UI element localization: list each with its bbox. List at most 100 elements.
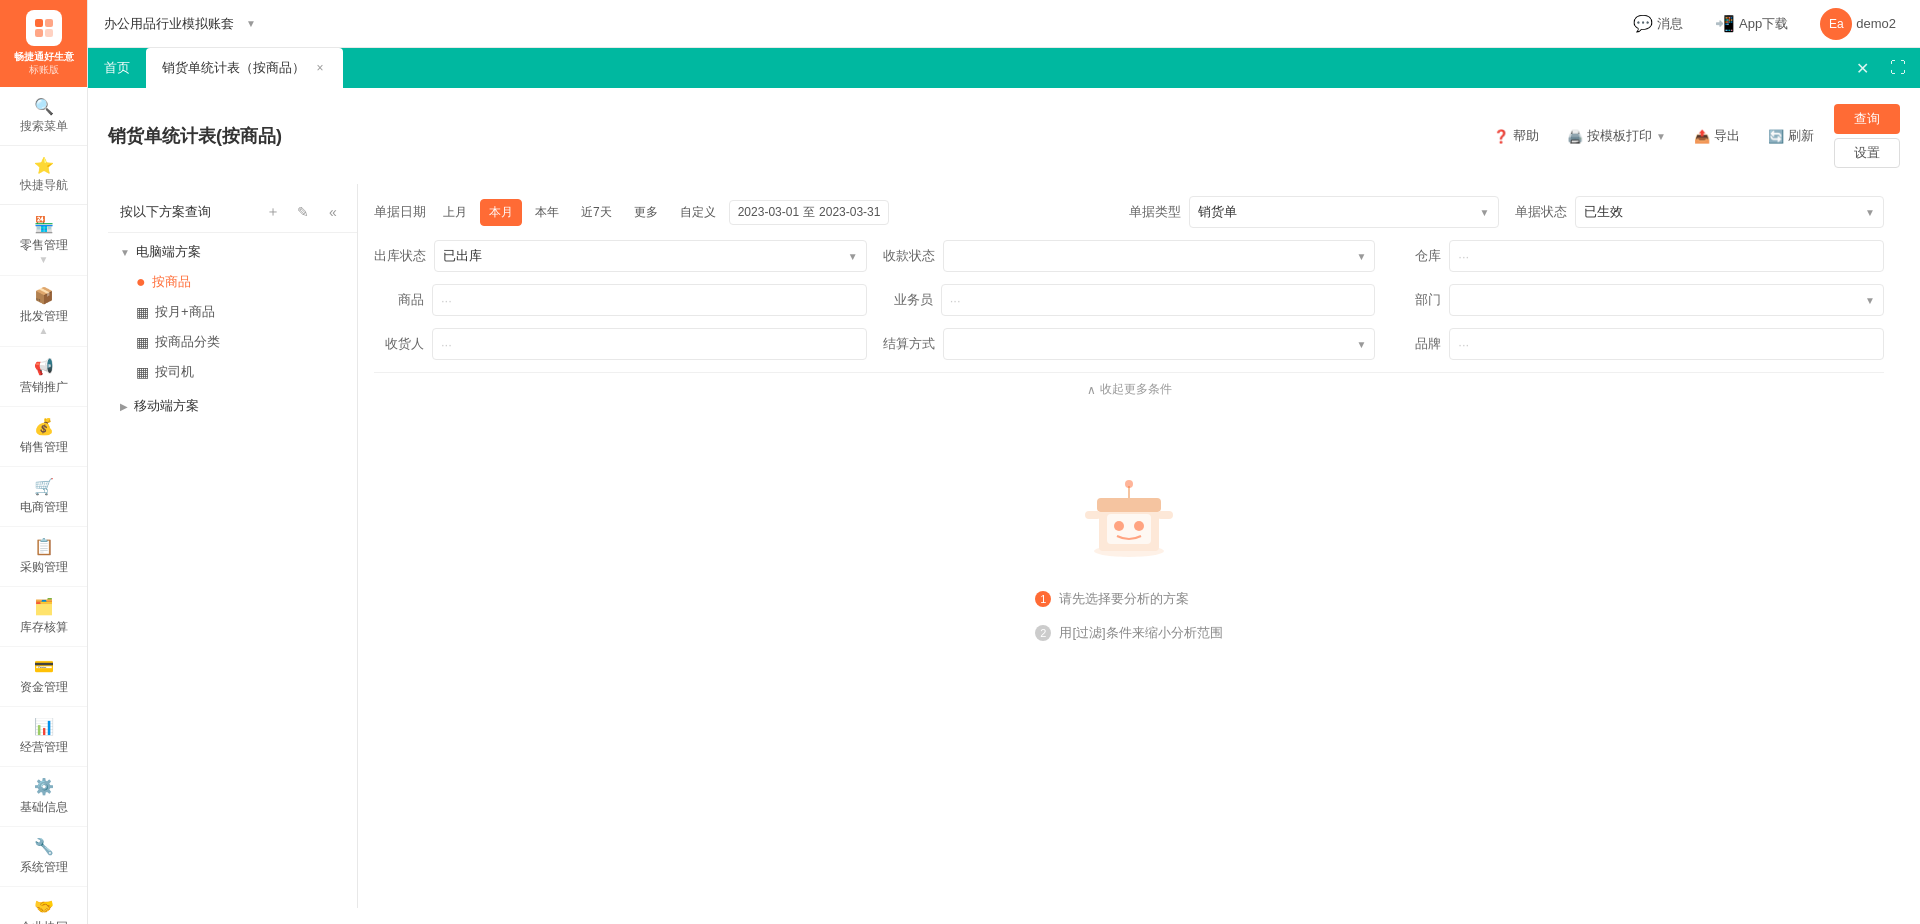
sidebar-item-marketing[interactable]: 📢 营销推广: [0, 347, 87, 407]
tree-item-by-clerk-label: 按司机: [155, 363, 194, 381]
sidebar-item-system[interactable]: 🔧 系统管理: [0, 827, 87, 887]
tree-item-by-category[interactable]: ▦ 按商品分类: [108, 327, 357, 357]
main-filter-wrapper: 按以下方案查询 ＋ ✎ « ▼ 电脑端方案: [108, 184, 1900, 908]
finance-label: 资金管理: [20, 679, 68, 696]
sidebar-item-purchase[interactable]: 📋 采购管理: [0, 527, 87, 587]
date-range-input[interactable]: 2023-03-01 至 2023-03-31: [729, 200, 890, 225]
search-menu-item[interactable]: 🔍 搜索菜单: [0, 87, 87, 146]
payment-method-select[interactable]: ▼: [943, 328, 1376, 360]
sidebar-item-sales[interactable]: 💰 销售管理: [0, 407, 87, 467]
sidebar-item-retail[interactable]: 🏪 零售管理 ▼: [0, 205, 87, 276]
date-btn-custom[interactable]: 自定义: [671, 199, 725, 226]
svg-rect-6: [1097, 498, 1161, 512]
doc-status-label: 单据状态: [1515, 203, 1567, 221]
step1-num: 1: [1035, 591, 1051, 607]
sidebar-item-operations[interactable]: 📊 经营管理: [0, 707, 87, 767]
warehouse-label: 仓库: [1391, 247, 1441, 265]
add-scheme-button[interactable]: ＋: [261, 200, 285, 224]
tab-bar: 首页 销货单统计表（按商品） × ✕ ⛶: [88, 48, 1920, 88]
workspace-name[interactable]: 办公用品行业模拟账套: [104, 15, 234, 33]
refresh-icon: 🔄: [1768, 129, 1784, 144]
filter-row-3: 商品 ··· 业务员 ···: [374, 284, 1884, 316]
warehouse-dots-icon: ···: [1458, 249, 1469, 264]
filter-group-out-status: 出库状态 已出库 ▼: [374, 240, 867, 272]
out-status-select[interactable]: 已出库 ▼: [434, 240, 867, 272]
left-panel-actions: ＋ ✎ «: [261, 200, 345, 224]
export-button[interactable]: 📤 导出: [1686, 123, 1748, 149]
doc-status-select[interactable]: 已生效 ▼: [1575, 196, 1885, 228]
header-left: 办公用品行业模拟账套 ▼: [104, 15, 256, 33]
quick-nav-item[interactable]: ⭐ 快捷导航: [0, 146, 87, 205]
tab-close-all-button[interactable]: ✕: [1848, 54, 1876, 82]
edit-scheme-button[interactable]: ✎: [291, 200, 315, 224]
tree-section-desktop: ▼ 电脑端方案 ● 按商品 ▦ 按月+商品 ▦: [108, 237, 357, 387]
sidebar-item-cooperation[interactable]: 🤝 企业协同: [0, 887, 87, 924]
app-download-button[interactable]: 📲 App下载: [1707, 10, 1796, 37]
tree-item-by-month-product[interactable]: ▦ 按月+商品: [108, 297, 357, 327]
out-status-value: 已出库: [443, 247, 482, 265]
svg-point-9: [1134, 521, 1144, 531]
tree-section-desktop-header[interactable]: ▼ 电脑端方案: [108, 237, 357, 267]
sidebar-item-basic[interactable]: ⚙️ 基础信息: [0, 767, 87, 827]
filter-group-department: 部门 ▼: [1391, 284, 1884, 316]
message-label: 消息: [1657, 15, 1683, 33]
tree-item-by-clerk[interactable]: ▦ 按司机: [108, 357, 357, 387]
print-label: 按模板打印: [1587, 127, 1652, 145]
recipient-input[interactable]: ···: [432, 328, 867, 360]
product-input[interactable]: ···: [432, 284, 867, 316]
print-dropdown-arrow: ▼: [1656, 131, 1666, 142]
date-btn-this-month[interactable]: 本月: [480, 199, 522, 226]
date-btn-last-month[interactable]: 上月: [434, 199, 476, 226]
date-btn-last-7-days[interactable]: 近7天: [572, 199, 621, 226]
refresh-button[interactable]: 🔄 刷新: [1760, 123, 1822, 149]
tree-item-by-product[interactable]: ● 按商品: [108, 267, 357, 297]
message-button[interactable]: 💬 消息: [1625, 10, 1691, 37]
page-content: 销货单统计表(按商品) ❓ 帮助 🖨️ 按模板打印 ▼ 📤 导出: [88, 88, 1920, 924]
tree-section-mobile-header[interactable]: ▶ 移动端方案: [108, 391, 357, 421]
collapse-left-panel-button[interactable]: «: [321, 200, 345, 224]
doc-type-select[interactable]: 销货单 ▼: [1189, 196, 1499, 228]
sidebar-item-inventory[interactable]: 🗂️ 库存核算: [0, 587, 87, 647]
date-btn-more[interactable]: 更多: [625, 199, 667, 226]
tab-report[interactable]: 销货单统计表（按商品） ×: [146, 48, 343, 88]
logo-text: 畅捷通好生意: [14, 50, 74, 63]
date-range-separator: 至: [803, 204, 815, 221]
tab-close-button[interactable]: ×: [313, 61, 327, 75]
department-select[interactable]: ▼: [1449, 284, 1884, 316]
sidebar-item-wholesale[interactable]: 📦 批发管理 ▲: [0, 276, 87, 347]
tab-fullscreen-button[interactable]: ⛶: [1884, 54, 1912, 82]
operations-icon: 📊: [34, 717, 54, 736]
print-icon: 🖨️: [1567, 129, 1583, 144]
product-scheme-icon: ●: [136, 273, 146, 291]
filter-group-salesperson: 业务员 ···: [883, 284, 1376, 316]
step2-num: 2: [1035, 625, 1051, 641]
user-profile-button[interactable]: Ea demo2: [1812, 4, 1904, 44]
system-label: 系统管理: [20, 859, 68, 876]
retail-icon: 🏪: [34, 215, 54, 234]
header-right: 💬 消息 📲 App下载 Ea demo2: [1625, 4, 1904, 44]
print-button[interactable]: 🖨️ 按模板打印 ▼: [1559, 123, 1674, 149]
content-area: 销货单统计表(按商品) ❓ 帮助 🖨️ 按模板打印 ▼ 📤 导出: [88, 88, 1920, 924]
tab-home[interactable]: 首页: [88, 48, 146, 88]
salesperson-input[interactable]: ···: [941, 284, 1376, 316]
download-icon: 📲: [1715, 14, 1735, 33]
sidebar-logo[interactable]: 畅捷通好生意 标账版: [0, 0, 87, 87]
date-btn-this-year[interactable]: 本年: [526, 199, 568, 226]
warehouse-input[interactable]: ···: [1449, 240, 1884, 272]
settings-button[interactable]: 设置: [1834, 138, 1900, 168]
doc-type-label: 单据类型: [1129, 203, 1181, 221]
brand-input[interactable]: ···: [1449, 328, 1884, 360]
svg-rect-3: [45, 29, 53, 37]
payment-method-arrow-icon: ▼: [1356, 339, 1366, 350]
help-button[interactable]: ❓ 帮助: [1485, 123, 1547, 149]
sidebar-item-ecommerce[interactable]: 🛒 电商管理: [0, 467, 87, 527]
product-dots-icon: ···: [441, 293, 452, 308]
payment-status-select[interactable]: ▼: [943, 240, 1376, 272]
date-range-start: 2023-03-01: [738, 205, 799, 219]
category-icon: ▦: [136, 334, 149, 350]
help-label: 帮助: [1513, 127, 1539, 145]
collapse-bar[interactable]: ∧ 收起更多条件: [374, 372, 1884, 406]
sidebar-item-finance[interactable]: 💳 资金管理: [0, 647, 87, 707]
query-button[interactable]: 查询: [1834, 104, 1900, 134]
tab-report-label: 销货单统计表（按商品）: [162, 59, 305, 77]
